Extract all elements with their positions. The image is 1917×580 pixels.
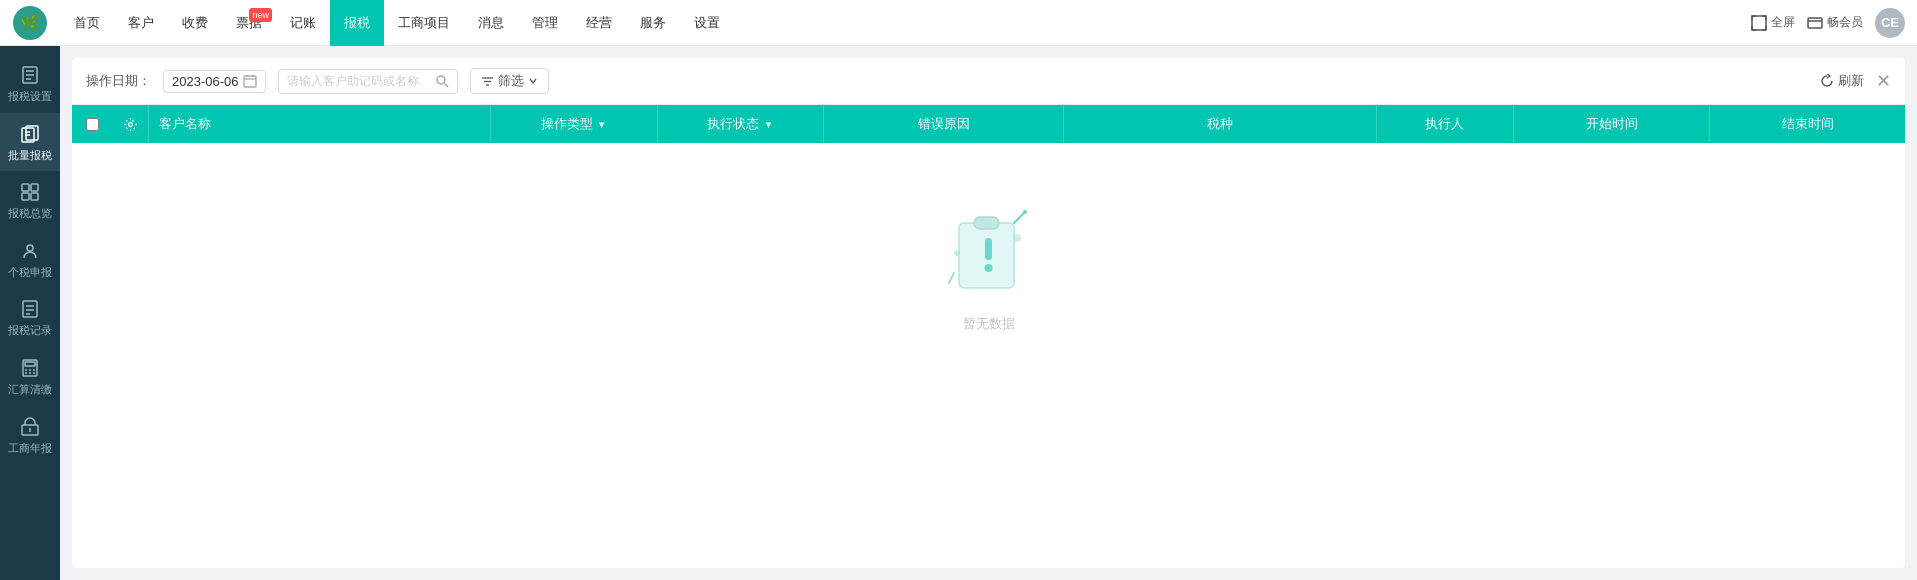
date-label: 操作日期： [86,72,151,90]
sidebar-label-annual-report: 工商年报 [8,442,52,455]
refresh-icon [1820,74,1834,88]
sidebar-label-tax-settings: 报税设置 [8,90,52,103]
new-badge: new [249,8,272,22]
search-box[interactable]: 请输入客户助记码或名称 [278,69,458,94]
top-navigation: 🌿 首页 客户 收费 票据 new 记账 报税 工商项目 消息 管理 经营 服务… [0,0,1917,46]
nav-tax[interactable]: 报税 [330,0,384,46]
table-container: 客户名称 操作类型 ▼ 执行状态 ▼ 错误原因 税种 执行人 [72,105,1905,568]
nav-settings[interactable]: 设置 [680,0,734,46]
sidebar-label-tax-overview: 报税总览 [8,207,52,220]
nav-business[interactable]: 工商项目 [384,0,464,46]
sidebar-item-annual-report[interactable]: 工商年报 [0,406,60,465]
svg-rect-13 [22,184,29,191]
nav-operation[interactable]: 经营 [572,0,626,46]
svg-rect-14 [31,184,38,191]
close-button[interactable]: ✕ [1876,72,1891,90]
sidebar-item-calc-tax[interactable]: 汇算清缴 [0,347,60,406]
filter-icon [481,75,494,88]
empty-illustration [939,203,1039,303]
search-icon [435,74,449,88]
th-op-type: 操作类型 ▼ [490,105,657,143]
annual-report-icon [19,416,41,438]
toolbar: 操作日期： 2023-06-06 请输入客户助记码或名称 [72,58,1905,105]
svg-point-17 [27,245,33,251]
select-all-checkbox[interactable] [86,118,99,131]
main-layout: 报税设置 批量报税 报税总览 [0,46,1917,580]
nav-manage[interactable]: 管理 [518,0,572,46]
tax-overview-icon [19,181,41,203]
fullscreen-button[interactable]: 全屏 [1751,14,1795,31]
nav-fee[interactable]: 收费 [168,0,222,46]
sidebar-item-batch-tax[interactable]: 批量报税 [0,113,60,172]
sidebar-item-tax-overview[interactable]: 报税总览 [0,171,60,230]
th-error-reason: 错误原因 [823,105,1063,143]
nav-message[interactable]: 消息 [464,0,518,46]
svg-rect-23 [25,362,35,366]
th-settings[interactable] [112,105,148,143]
chevron-down-icon [528,76,538,86]
svg-rect-43 [974,217,999,229]
batch-tax-icon [19,123,41,145]
svg-point-47 [1013,234,1021,242]
nav-invoice[interactable]: 票据 new [222,0,276,46]
svg-point-41 [128,122,132,126]
svg-point-36 [437,76,445,84]
svg-point-46 [954,250,960,256]
user-avatar[interactable]: CE [1875,8,1905,38]
tax-settings-icon [19,64,41,86]
svg-rect-3 [1808,18,1822,28]
empty-state: 暂无数据 [72,143,1905,373]
refresh-button[interactable]: 刷新 [1820,72,1864,90]
svg-point-49 [1023,210,1027,214]
filter-button[interactable]: 筛选 [470,68,549,94]
personal-tax-icon [19,240,41,262]
nav-client[interactable]: 客户 [114,0,168,46]
sidebar: 报税设置 批量报税 报税总览 [0,46,60,580]
op-type-filter-icon[interactable]: ▼ [597,119,607,130]
table-header: 客户名称 操作类型 ▼ 执行状态 ▼ 错误原因 税种 执行人 [72,105,1905,143]
date-picker[interactable]: 2023-06-06 [163,70,266,93]
sidebar-label-calc-tax: 汇算清缴 [8,383,52,396]
sidebar-item-personal-tax[interactable]: 个税申报 [0,230,60,289]
svg-rect-15 [22,193,29,200]
th-start-time: 开始时间 [1513,105,1709,143]
content-area: 操作日期： 2023-06-06 请输入客户助记码或名称 [60,46,1917,580]
svg-line-37 [444,84,448,88]
th-exec-status: 执行状态 ▼ [657,105,824,143]
sidebar-item-tax-settings[interactable]: 报税设置 [0,54,60,113]
member-button[interactable]: 畅会员 [1807,14,1863,31]
th-client-name: 客户名称 [148,105,490,143]
toolbar-right: 刷新 ✕ [1820,72,1891,90]
th-end-time: 结束时间 [1709,105,1905,143]
th-executor: 执行人 [1376,105,1514,143]
svg-rect-16 [31,193,38,200]
exec-status-filter-icon[interactable]: ▼ [763,119,773,130]
nav-menu: 首页 客户 收费 票据 new 记账 报税 工商项目 消息 管理 经营 服务 设… [60,0,1751,46]
sidebar-label-batch-tax: 批量报税 [8,149,52,162]
svg-text:🌿: 🌿 [20,13,40,32]
calc-tax-icon [19,357,41,379]
svg-line-50 [949,273,954,283]
sidebar-label-tax-records: 报税记录 [8,324,52,337]
svg-point-45 [984,264,992,272]
svg-rect-32 [244,76,256,87]
tax-records-icon [19,298,41,320]
app-logo[interactable]: 🌿 [12,5,48,41]
sidebar-item-tax-records[interactable]: 报税记录 [0,288,60,347]
th-checkbox[interactable] [72,105,112,143]
top-right-controls: 全屏 畅会员 CE [1751,8,1905,38]
nav-home[interactable]: 首页 [60,0,114,46]
th-tax-type: 税种 [1063,105,1376,143]
svg-line-48 [1014,213,1024,223]
nav-service[interactable]: 服务 [626,0,680,46]
empty-text: 暂无数据 [963,315,1015,333]
sidebar-label-personal-tax: 个税申报 [8,266,52,279]
svg-rect-2 [1752,16,1766,30]
svg-rect-44 [985,238,992,260]
calendar-icon [243,74,257,88]
nav-accounting[interactable]: 记账 [276,0,330,46]
